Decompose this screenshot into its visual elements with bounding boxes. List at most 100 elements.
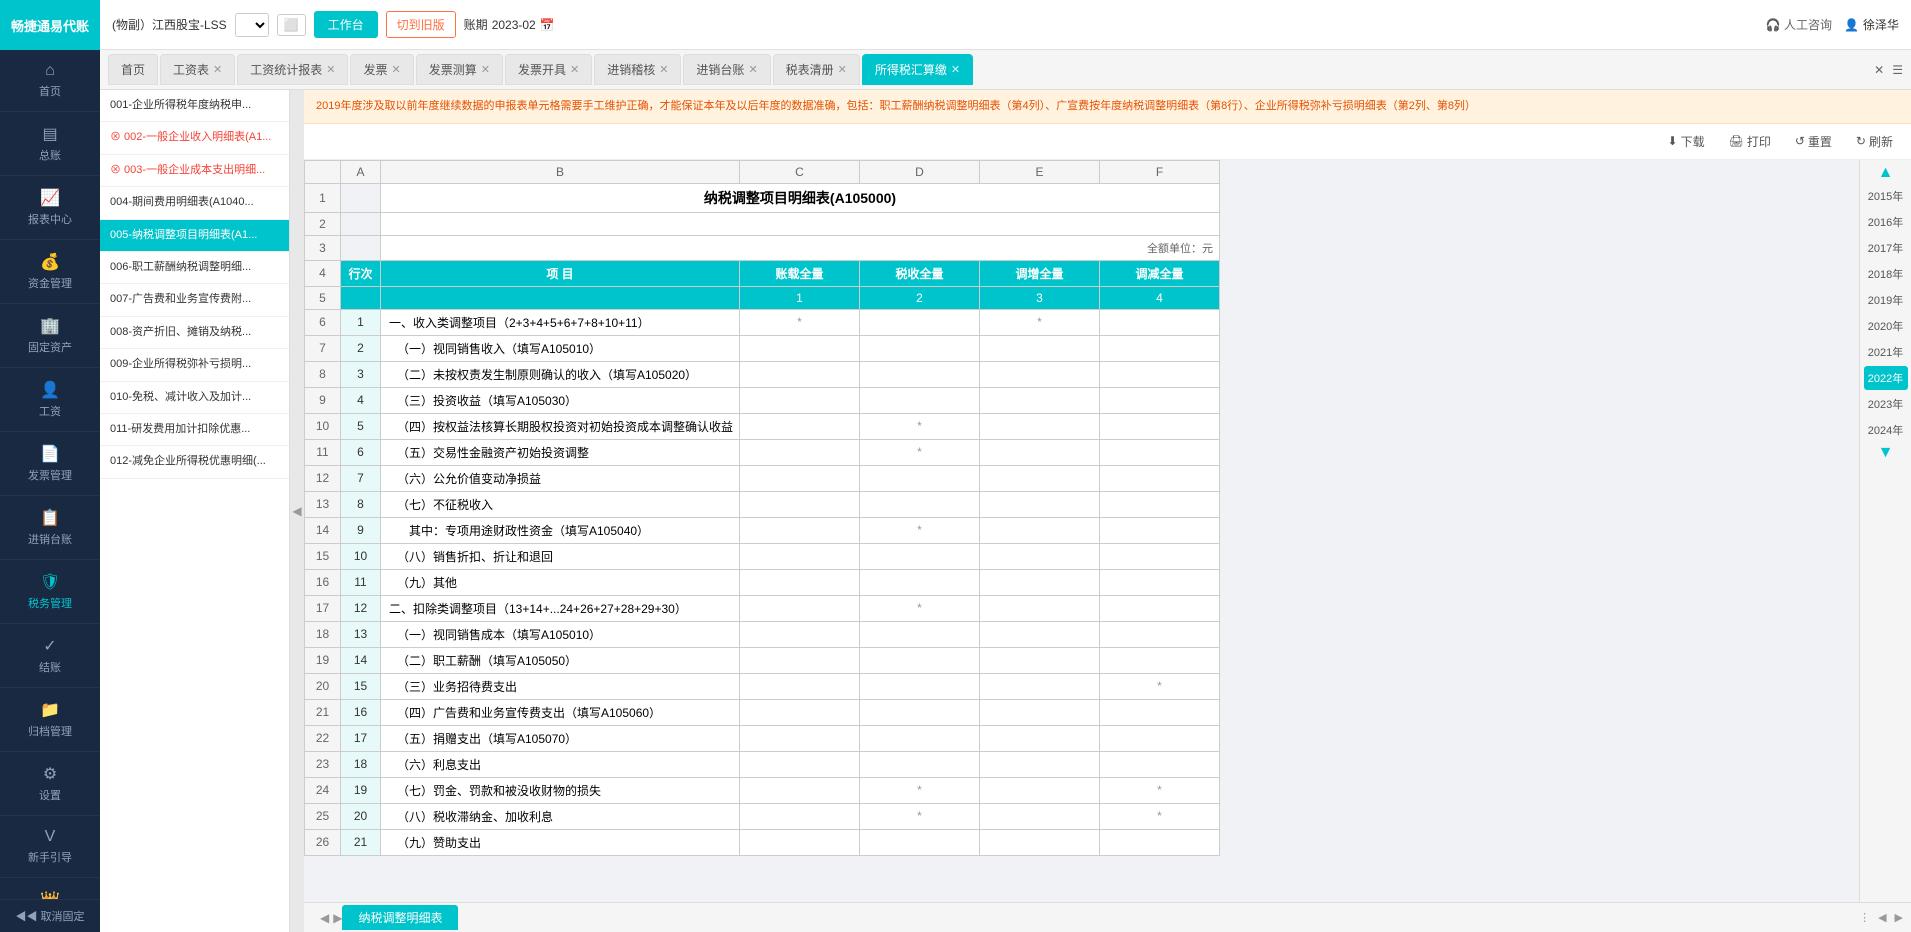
year-down-arrow[interactable]: ▼ bbox=[1878, 444, 1894, 462]
tab-sales-check-close[interactable]: ✕ bbox=[659, 63, 668, 76]
list-item-012[interactable]: 012-减免企业所得税优惠明细(... bbox=[100, 446, 289, 478]
year-2019[interactable]: 2019年 bbox=[1864, 288, 1908, 312]
sidebar-item-assets[interactable]: 🏢 固定资产 bbox=[0, 304, 100, 368]
unit-row: 3 全额单位：元 bbox=[305, 235, 1220, 260]
spreadsheet-main[interactable]: A B C D E F 1 bbox=[304, 160, 1859, 903]
bottom-nav-left[interactable]: ◀ ▶ bbox=[320, 911, 342, 925]
left-list: 001-企业所得税年度纳税申... ⊗ 002-一般企业收入明细表(A1... … bbox=[100, 90, 289, 932]
scroll-indicator[interactable]: ⋮ bbox=[1859, 911, 1870, 924]
sidebar-item-reports[interactable]: 📈 报表中心 bbox=[0, 176, 100, 240]
list-item-003[interactable]: ⊗ 003-一般企业成本支出明细... bbox=[100, 155, 289, 187]
ledger-icon: ▤ bbox=[42, 124, 57, 144]
tab-sales-ledger-label: 进销台账 bbox=[696, 61, 744, 78]
sidebar-unpin-button[interactable]: ◀◀ 取消固定 bbox=[0, 899, 100, 932]
list-item-005[interactable]: 005-纳税调整项目明细表(A1... bbox=[100, 220, 289, 252]
year-2021[interactable]: 2021年 bbox=[1864, 340, 1908, 364]
company-selector[interactable] bbox=[235, 13, 269, 37]
download-button[interactable]: ⬇ 下载 bbox=[1662, 130, 1711, 153]
list-item-008[interactable]: 008-资产折旧、摊销及纳税... bbox=[100, 317, 289, 349]
year-2022[interactable]: 2022年 bbox=[1864, 366, 1908, 390]
tab-sales-ledger-close[interactable]: ✕ bbox=[748, 63, 757, 76]
tab-home[interactable]: 首页 bbox=[108, 54, 158, 85]
col-num-1: 1 bbox=[740, 286, 860, 309]
tab-tax-forms-close[interactable]: ✕ bbox=[838, 63, 847, 76]
list-item-006[interactable]: 006-职工薪酬纳税调整明细... bbox=[100, 252, 289, 284]
sidebar-label-guide: 新手引导 bbox=[28, 849, 72, 865]
list-item-004[interactable]: 004-期间费用明细表(A1040... bbox=[100, 187, 289, 219]
tabbar: 首页 工资表 ✕ 工资统计报表 ✕ 发票 ✕ 发票测算 ✕ 发票开具 ✕ 进销稽… bbox=[100, 50, 1911, 90]
list-item-001[interactable]: 001-企业所得税年度纳税申... bbox=[100, 90, 289, 122]
close-all-button[interactable]: ✕ bbox=[1874, 63, 1884, 77]
tab-income-tax[interactable]: 所得税汇算缴 ✕ bbox=[862, 54, 973, 85]
refresh-button[interactable]: ↻ 刷新 bbox=[1850, 130, 1899, 153]
sidebar-item-tax[interactable]: 🛡 税务管理 bbox=[0, 560, 100, 624]
bottom-status: ⋮ ◀ ▶ bbox=[1859, 911, 1903, 924]
col-a-header: A bbox=[341, 160, 381, 183]
tab-salary[interactable]: 工资表 ✕ bbox=[160, 54, 235, 85]
tab-salary-close[interactable]: ✕ bbox=[213, 63, 222, 76]
sidebar-item-finance[interactable]: 💰 资金管理 bbox=[0, 240, 100, 304]
print-button[interactable]: 🖨 打印 bbox=[1723, 130, 1777, 153]
copy-button[interactable]: ⬜ bbox=[277, 14, 306, 36]
tab-sales-ledger[interactable]: 进销台账 ✕ bbox=[683, 54, 770, 85]
list-item-011[interactable]: 011-研发费用加计扣除优惠... bbox=[100, 414, 289, 446]
tab-salary-stats-close[interactable]: ✕ bbox=[326, 63, 335, 76]
reset-button[interactable]: ↺ 重置 bbox=[1789, 130, 1838, 153]
sidebar-item-archive[interactable]: 📁 归档管理 bbox=[0, 688, 100, 752]
tab-sales-check[interactable]: 进销稽核 ✕ bbox=[594, 54, 681, 85]
tab-invoice-calc[interactable]: 发票测算 ✕ bbox=[416, 54, 503, 85]
finance-icon: 💰 bbox=[40, 252, 60, 272]
tab-invoice[interactable]: 发票 ✕ bbox=[350, 54, 413, 85]
year-2017[interactable]: 2017年 bbox=[1864, 236, 1908, 260]
table-row: 10 5 （四）按权益法核算长期股权投资对初始投资成本调整确认收益 * bbox=[305, 413, 1220, 439]
sidebar-item-sales[interactable]: 📋 进销台账 bbox=[0, 496, 100, 560]
workbench-button[interactable]: 工作台 bbox=[314, 11, 378, 38]
year-2018[interactable]: 2018年 bbox=[1864, 262, 1908, 286]
year-2015[interactable]: 2015年 bbox=[1864, 184, 1908, 208]
settings-icon: ⚙ bbox=[43, 764, 57, 784]
sidebar-item-home[interactable]: ⌂ 首页 bbox=[0, 50, 100, 112]
sidebar-item-ledger[interactable]: ▤ 总账 bbox=[0, 112, 100, 176]
tab-tax-forms[interactable]: 税表清册 ✕ bbox=[773, 54, 860, 85]
list-item-002[interactable]: ⊗ 002-一般企业收入明细表(A1... bbox=[100, 122, 289, 154]
user-menu[interactable]: 👤 徐泽华 bbox=[1844, 16, 1899, 33]
tab-menu-button[interactable]: ☰ bbox=[1892, 63, 1903, 77]
tab-invoice-open[interactable]: 发票开具 ✕ bbox=[505, 54, 592, 85]
list-item-009[interactable]: 009-企业所得税弥补亏损明... bbox=[100, 349, 289, 381]
period-text: 账期 bbox=[464, 16, 488, 33]
horizontal-scroll-left[interactable]: ◀ bbox=[1878, 911, 1886, 924]
sidebar-item-settings[interactable]: ⚙ 设置 bbox=[0, 752, 100, 816]
year-2023[interactable]: 2023年 bbox=[1864, 392, 1908, 416]
horizontal-scroll-right[interactable]: ▶ bbox=[1895, 911, 1903, 924]
year-2020[interactable]: 2020年 bbox=[1864, 314, 1908, 338]
old-version-button[interactable]: 切到旧版 bbox=[386, 11, 456, 38]
year-up-arrow[interactable]: ▲ bbox=[1878, 164, 1894, 182]
bottom-tab-tax-adjust[interactable]: 纳税调整明细表 bbox=[342, 905, 458, 930]
customer-service-button[interactable]: 🎧 人工咨询 bbox=[1766, 16, 1832, 33]
tab-invoice-close[interactable]: ✕ bbox=[392, 63, 401, 76]
content-area: 001-企业所得税年度纳税申... ⊗ 002-一般企业收入明细表(A1... … bbox=[100, 90, 1911, 932]
topbar: (物副）江西股宝-LSS ⬜ 工作台 切到旧版 账期 2023-02 📅 🎧 人… bbox=[100, 0, 1911, 50]
sidebar-item-invoice[interactable]: 📄 发票管理 bbox=[0, 432, 100, 496]
sidebar-item-salary[interactable]: 👤 工资 bbox=[0, 368, 100, 432]
sidebar-item-member[interactable]: 👑 畅会员 bbox=[0, 878, 100, 899]
list-item-010[interactable]: 010-免税、减计收入及加计... bbox=[100, 382, 289, 414]
year-2016[interactable]: 2016年 bbox=[1864, 210, 1908, 234]
table-row: 17 12 二、扣除类调整项目（13+14+...24+26+27+28+29+… bbox=[305, 595, 1220, 621]
left-panel-toggle[interactable]: ◀ bbox=[290, 90, 304, 932]
refresh-icon: ↻ bbox=[1856, 134, 1866, 148]
tab-invoice-open-close[interactable]: ✕ bbox=[570, 63, 579, 76]
tab-invoice-calc-close[interactable]: ✕ bbox=[481, 63, 490, 76]
table-row: 22 17 （五）捐赠支出（填写A105070） bbox=[305, 725, 1220, 751]
download-icon: ⬇ bbox=[1668, 134, 1678, 148]
tabbar-end: ✕ ☰ bbox=[1874, 63, 1903, 77]
table-row: 19 14 （二）职工薪酬（填写A105050） bbox=[305, 647, 1220, 673]
calendar-icon[interactable]: 📅 bbox=[540, 18, 555, 32]
year-2024[interactable]: 2024年 bbox=[1864, 418, 1908, 442]
tab-income-tax-close[interactable]: ✕ bbox=[951, 63, 960, 76]
sidebar-item-close[interactable]: ✓ 结账 bbox=[0, 624, 100, 688]
sidebar-item-guide[interactable]: V 新手引导 bbox=[0, 816, 100, 878]
tab-salary-stats[interactable]: 工资统计报表 ✕ bbox=[237, 54, 348, 85]
list-item-007[interactable]: 007-广告费和业务宣传费附... bbox=[100, 284, 289, 316]
sidebar-label-settings: 设置 bbox=[39, 787, 61, 803]
